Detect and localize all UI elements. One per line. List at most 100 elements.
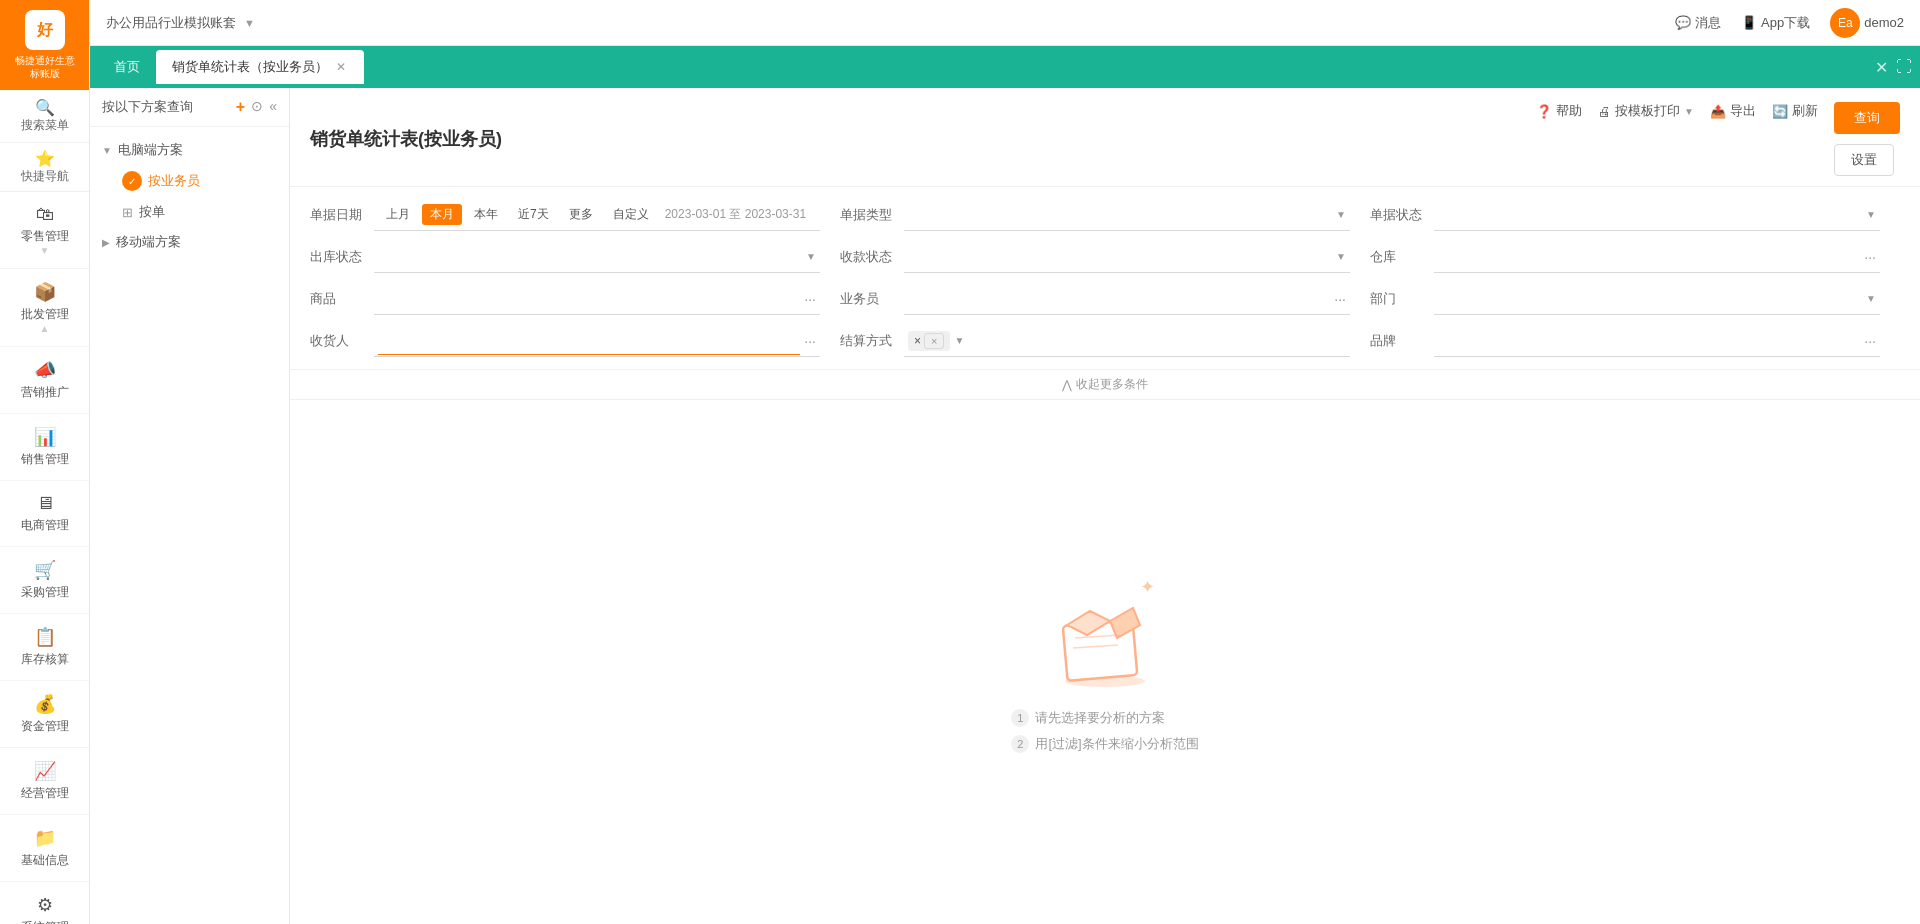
payment-status-select[interactable]: ▼: [904, 241, 1350, 273]
tree-node-pc[interactable]: ▼ 电脑端方案: [90, 135, 289, 165]
close-tab-btn[interactable]: ✕: [1875, 58, 1888, 77]
sidebar-item-operations[interactable]: 📈 经营管理: [0, 748, 89, 815]
left-panel-title: 按以下方案查询: [102, 98, 193, 116]
date-custom[interactable]: 自定义: [605, 204, 657, 225]
sidebar-item-wholesale[interactable]: 📦 批发管理 ▲: [0, 269, 89, 347]
sidebar-item-finance[interactable]: 💰 资金管理: [0, 681, 89, 748]
page-actions: ❓ 帮助 🖨 按模板打印 ▼ 📤 导出 🔄: [1536, 102, 1818, 120]
refresh-btn[interactable]: 🔄 刷新: [1772, 102, 1818, 120]
sidebar-item-sales[interactable]: 📊 销售管理: [0, 414, 89, 481]
account-selector-arrow[interactable]: ▼: [244, 17, 255, 29]
doc-status-arrow: ▼: [1866, 209, 1876, 220]
account-selector-label[interactable]: 办公用品行业模拟账套: [106, 14, 236, 32]
empty-svg: ✦: [1035, 563, 1175, 693]
date-range-text: 2023-03-01 至 2023-03-31: [665, 206, 806, 223]
filter-settlement: 结算方式 × × ▼: [840, 325, 1370, 357]
product-ellipsis[interactable]: ···: [804, 291, 816, 307]
download-icon: 📱: [1741, 15, 1757, 30]
doc-type-select[interactable]: ▼: [904, 199, 1350, 231]
export-icon: 📤: [1710, 104, 1726, 119]
sidebar-item-marketing[interactable]: 📣 营销推广: [0, 347, 89, 414]
template-print-btn[interactable]: 🖨 按模板打印 ▼: [1598, 102, 1694, 120]
wholesale-icon: 📦: [34, 281, 56, 303]
left-panel-actions: + ⊙ «: [236, 98, 277, 116]
empty-state: ✦ 1 请先选择要分析的方案 2 用[过滤]条件来缩小分析范围: [290, 400, 1920, 924]
date-more[interactable]: 更多: [561, 204, 601, 225]
sidebar-item-base[interactable]: 📁 基础信息: [0, 815, 89, 882]
receiver-ellipsis[interactable]: ···: [804, 333, 816, 349]
edit-plan-btn[interactable]: ⊙: [251, 98, 263, 116]
salesperson-select[interactable]: ···: [904, 283, 1350, 315]
left-panel: 按以下方案查询 + ⊙ « ▼ 电脑端方案 ✓ 按业务员: [90, 88, 290, 924]
search-menu-item[interactable]: 🔍 搜索菜单: [0, 90, 89, 143]
collapse-bar[interactable]: ⋀ 收起更多条件: [290, 370, 1920, 400]
date-this-month[interactable]: 本月: [422, 204, 462, 225]
app-logo: 好 畅捷通好生意 标账版: [0, 0, 89, 90]
date-filter-input: 上月 本月 本年 近7天 更多 自定义 2023-03-01 至 2023-03…: [374, 199, 820, 231]
sidebar-item-ecommerce[interactable]: 🖥 电商管理: [0, 481, 89, 547]
tree-node-by-order[interactable]: ⊞ 按单: [114, 197, 289, 227]
query-button[interactable]: 查询: [1834, 102, 1900, 134]
date-last-7[interactable]: 近7天: [510, 204, 557, 225]
tree-node-by-salesperson[interactable]: ✓ 按业务员: [114, 165, 289, 197]
warehouse-ellipsis[interactable]: ···: [1864, 249, 1876, 265]
filter-payment-status: 收款状态 ▼: [840, 241, 1370, 273]
delivery-status-select[interactable]: ▼: [374, 241, 820, 273]
collapse-panel-btn[interactable]: «: [269, 98, 277, 116]
sidebar: 好 畅捷通好生意 标账版 🔍 搜索菜单 ⭐ 快捷导航 🛍 零售管理 ▼ 📦 批发…: [0, 0, 90, 924]
app-download-btn[interactable]: 📱 App下载: [1741, 14, 1810, 32]
sidebar-menu: 🛍 零售管理 ▼ 📦 批发管理 ▲ 📣 营销推广 📊 销售管理 🖥 电商管理 🛒…: [0, 192, 89, 924]
tab-home[interactable]: 首页: [98, 50, 156, 84]
delivery-arrow: ▼: [806, 251, 816, 262]
product-select[interactable]: ···: [374, 283, 820, 315]
add-plan-btn[interactable]: +: [236, 98, 245, 116]
product-label: 商品: [310, 290, 366, 308]
receiver-label: 收货人: [310, 332, 366, 350]
tree-node-mobile[interactable]: ▶ 移动端方案: [90, 227, 289, 257]
quick-nav-item[interactable]: ⭐ 快捷导航: [0, 143, 89, 192]
setting-button[interactable]: 设置: [1834, 144, 1894, 176]
filter-row-4: 收货人 ··· 结算方式 × × ▼: [310, 325, 1900, 357]
user-name: demo2: [1864, 15, 1904, 30]
collapse-label: 收起更多条件: [1076, 376, 1148, 393]
date-this-year[interactable]: 本年: [466, 204, 506, 225]
user-menu[interactable]: Ea demo2: [1830, 8, 1904, 38]
sidebar-item-retail[interactable]: 🛍 零售管理 ▼: [0, 192, 89, 269]
message-btn[interactable]: 💬 消息: [1675, 14, 1721, 32]
date-last-month[interactable]: 上月: [378, 204, 418, 225]
left-panel-header: 按以下方案查询 + ⊙ «: [90, 88, 289, 127]
maximize-tab-btn[interactable]: ⛶: [1896, 58, 1912, 76]
sidebar-item-inventory[interactable]: 📋 库存核算: [0, 614, 89, 681]
doc-status-select[interactable]: ▼: [1434, 199, 1880, 231]
tab-sales-stats[interactable]: 销货单统计表（按业务员） ✕: [156, 50, 364, 84]
receiver-input[interactable]: ···: [374, 325, 820, 357]
filter-salesperson: 业务员 ···: [840, 283, 1370, 315]
receiver-text-input[interactable]: [378, 327, 800, 355]
settlement-clear-btn[interactable]: ×: [924, 333, 944, 349]
top-header: 办公用品行业模拟账套 ▼ 💬 消息 📱 App下载 Ea demo2: [90, 0, 1920, 46]
print-icon: 🖨: [1598, 104, 1611, 119]
salesperson-ellipsis[interactable]: ···: [1334, 291, 1346, 307]
marketing-icon: 📣: [34, 359, 56, 381]
settlement-select[interactable]: × × ▼: [904, 325, 1350, 357]
settlement-arrow: ▼: [954, 335, 964, 346]
mobile-section-label: 移动端方案: [116, 233, 181, 251]
department-select[interactable]: ▼: [1434, 283, 1880, 315]
export-label: 导出: [1730, 102, 1756, 120]
message-icon: 💬: [1675, 15, 1691, 30]
sidebar-item-purchase[interactable]: 🛒 采购管理: [0, 547, 89, 614]
order-node-icon: ⊞: [122, 205, 133, 220]
empty-illustration: ✦: [1035, 563, 1175, 693]
brand-select[interactable]: ···: [1434, 325, 1880, 357]
operations-icon: 📈: [34, 760, 56, 782]
step1-text: 请先选择要分析的方案: [1035, 709, 1165, 727]
help-btn[interactable]: ❓ 帮助: [1536, 102, 1582, 120]
mobile-section-arrow: ▶: [102, 237, 110, 248]
sidebar-item-system[interactable]: ⚙ 系统管理: [0, 882, 89, 924]
brand-ellipsis[interactable]: ···: [1864, 333, 1876, 349]
export-btn[interactable]: 📤 导出: [1710, 102, 1756, 120]
warehouse-select[interactable]: ···: [1434, 241, 1880, 273]
close-tab-icon[interactable]: ✕: [334, 58, 348, 76]
print-dropdown-arrow: ▼: [1684, 106, 1694, 117]
sales-stats-tab-label: 销货单统计表（按业务员）: [172, 58, 328, 76]
